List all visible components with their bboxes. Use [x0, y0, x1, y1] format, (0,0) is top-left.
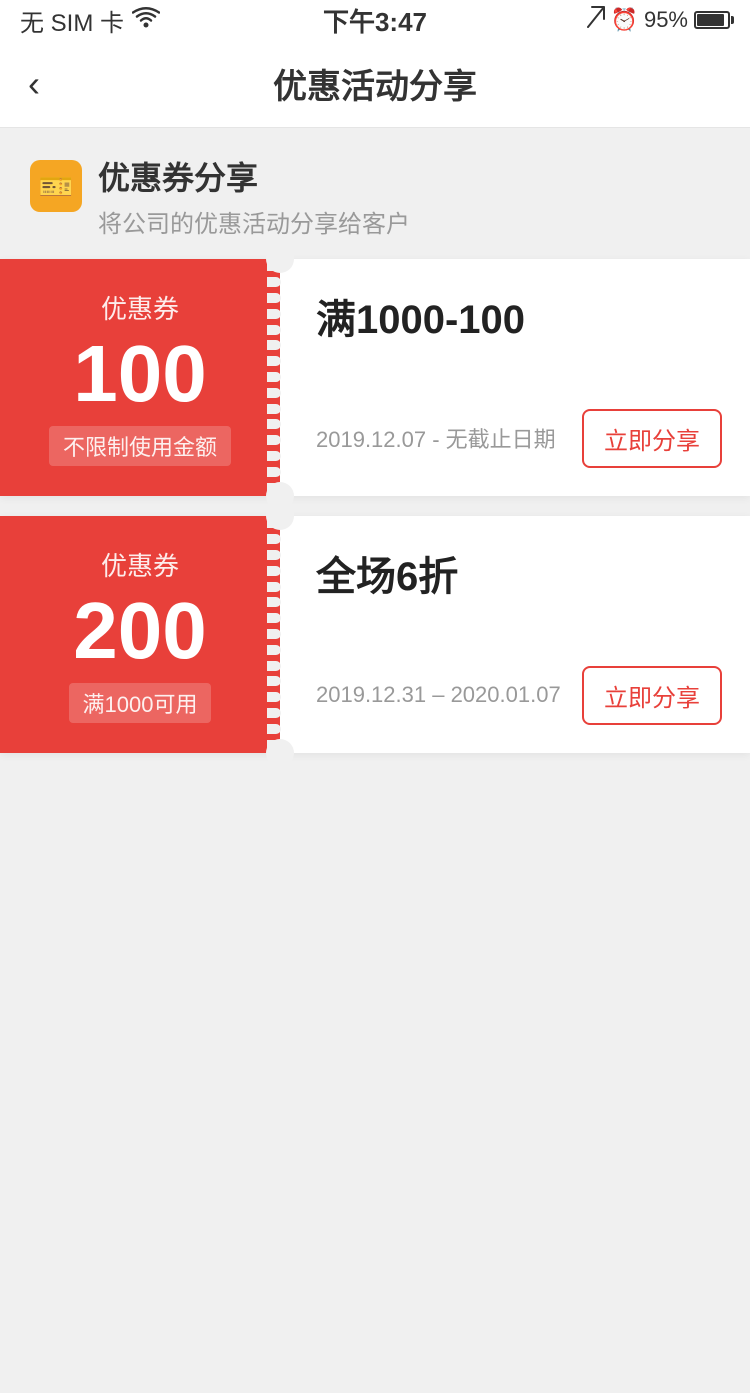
nav-title: 优惠活动分享 [273, 59, 477, 108]
coupon-card-1: 优惠券 100 不限制使用金额 满1000-100 2019.12.07 - 无… [0, 259, 750, 496]
coupon-card-2: 优惠券 200 满1000可用 全场6折 2019.12.31 – 2020.0… [0, 516, 750, 753]
section-header: 🎫 优惠券分享 将公司的优惠活动分享给客户 [0, 128, 750, 259]
coupon-right-1: 满1000-100 2019.12.07 - 无截止日期 立即分享 [280, 259, 750, 496]
alarm-icon: ⏰ [611, 7, 638, 33]
share-button-2[interactable]: 立即分享 [582, 666, 722, 725]
section-text: 优惠券分享 将公司的优惠活动分享给客户 [98, 158, 410, 239]
coupon-condition-1: 不限制使用金额 [49, 426, 231, 466]
coupon-name-2: 全场6折 [316, 544, 722, 602]
section-icon: 🎫 [30, 160, 82, 212]
coupon-left-2: 优惠券 200 满1000可用 [0, 516, 280, 753]
battery-percent: 95% [644, 7, 688, 33]
share-button-1[interactable]: 立即分享 [582, 409, 722, 468]
coupon-left-1: 优惠券 100 不限制使用金额 [0, 259, 280, 496]
carrier-text: 无 SIM 卡 [20, 3, 124, 38]
status-bar: 无 SIM 卡 下午3:47 ⏰ 95% [0, 0, 750, 40]
coupon-bottom-2: 2019.12.31 – 2020.01.07 立即分享 [316, 666, 722, 725]
coupon-date-1: 2019.12.07 - 无截止日期 [316, 422, 556, 454]
coupon-label-2: 优惠券 [101, 546, 179, 583]
section-title: 优惠券分享 [98, 158, 410, 200]
wifi-icon [132, 6, 160, 35]
location-icon [587, 6, 605, 34]
coupon-value-1: 100 [73, 334, 206, 414]
status-left: 无 SIM 卡 [20, 3, 160, 38]
section-subtitle: 将公司的优惠活动分享给客户 [98, 204, 410, 239]
nav-bar: ‹ 优惠活动分享 [0, 40, 750, 128]
coupon-label-1: 优惠券 [101, 289, 179, 326]
empty-area [0, 793, 750, 1393]
zigzag-2 [267, 516, 281, 753]
coupon-right-2: 全场6折 2019.12.31 – 2020.01.07 立即分享 [280, 516, 750, 753]
status-time: 下午3:47 [323, 2, 427, 39]
coupon-list: 优惠券 100 不限制使用金额 满1000-100 2019.12.07 - 无… [0, 259, 750, 793]
battery-icon [694, 11, 730, 29]
back-button[interactable]: ‹ [28, 63, 40, 105]
coupon-date-2: 2019.12.31 – 2020.01.07 [316, 682, 561, 708]
coupon-value-2: 200 [73, 591, 206, 671]
zigzag-1 [267, 259, 281, 496]
coupon-bottom-1: 2019.12.07 - 无截止日期 立即分享 [316, 409, 722, 468]
coupon-name-1: 满1000-100 [316, 287, 722, 345]
status-right: ⏰ 95% [587, 6, 730, 34]
coupon-condition-2: 满1000可用 [69, 683, 212, 723]
